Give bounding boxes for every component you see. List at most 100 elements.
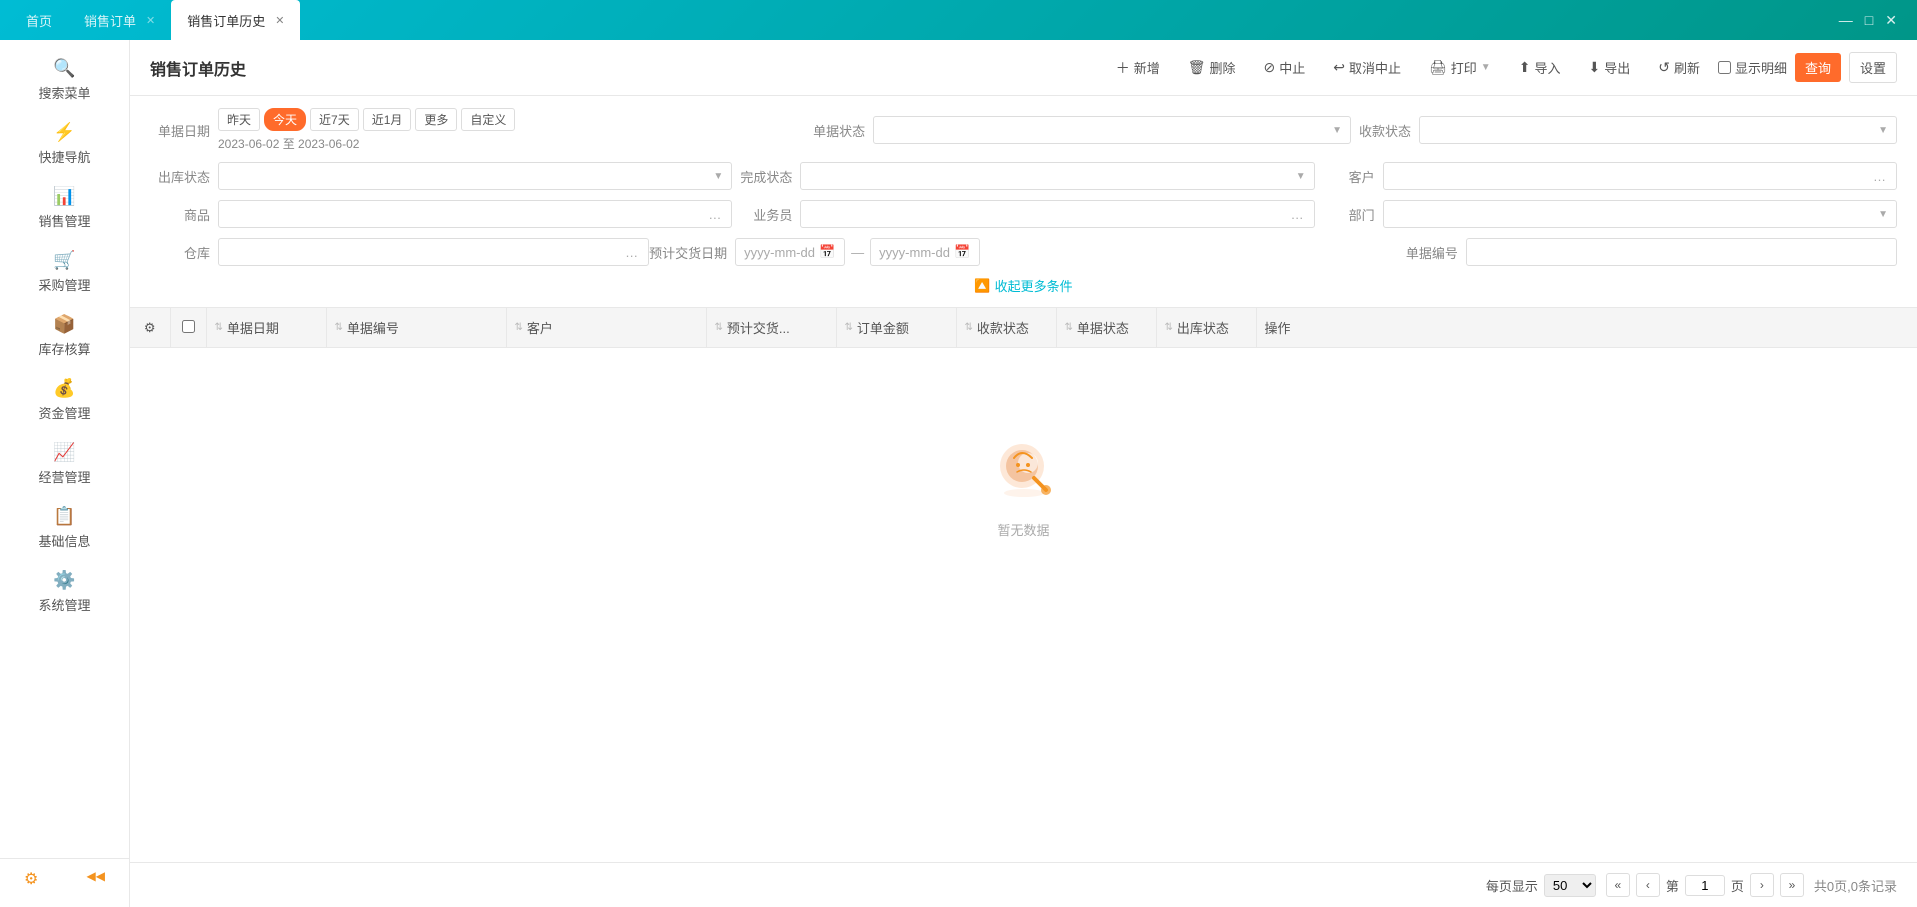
basic-info-icon: 📋 <box>53 506 75 527</box>
query-button[interactable]: 查询 <box>1795 53 1841 82</box>
print-dropdown-arrow: ▼ <box>1481 62 1491 73</box>
sidebar-item-operations[interactable]: 📈 经营管理 <box>0 432 129 496</box>
filter-warehouse-field: 仓库 … <box>150 238 649 266</box>
date-btn-more[interactable]: 更多 <box>415 108 457 131</box>
stop-icon: ⊘ <box>1264 59 1276 76</box>
next-page-btn[interactable]: › <box>1750 873 1774 897</box>
sidebar-item-basic-info-label: 基础信息 <box>38 531 90 550</box>
date-btn-today[interactable]: 今天 <box>264 108 306 131</box>
date-btn-7days[interactable]: 近7天 <box>310 108 359 131</box>
sort-date-icon[interactable]: ⇅ <box>215 322 223 333</box>
tab-home[interactable]: 首页 <box>10 0 68 40</box>
sidebar-item-purchase-mgmt[interactable]: 🛒 采购管理 <box>0 240 129 304</box>
date-btn-custom[interactable]: 自定义 <box>461 108 515 131</box>
sort-customer-icon[interactable]: ⇅ <box>515 322 523 333</box>
display-toggle-checkbox[interactable] <box>1718 61 1731 74</box>
toolbar: ＋ 新增 🗑 删除 ⊘ 中止 ↩ 取消中止 🖨 打印 <box>1106 52 1897 83</box>
new-button[interactable]: ＋ 新增 <box>1106 53 1170 83</box>
col-date: ⇅ 单据日期 <box>206 308 326 348</box>
filter-product-field: 商品 … <box>150 200 732 228</box>
col-payment-status: ⇅ 收款状态 <box>956 308 1056 348</box>
tab-sales-order[interactable]: 销售订单 ✕ <box>68 0 171 40</box>
refresh-button[interactable]: ↺ 刷新 <box>1648 53 1710 82</box>
new-icon: ＋ <box>1116 58 1130 78</box>
sidebar-item-inventory[interactable]: 📦 库存核算 <box>0 304 129 368</box>
delete-button[interactable]: 🗑 删除 <box>1178 53 1246 82</box>
window-close-icon[interactable]: ✕ <box>1885 12 1897 29</box>
sort-payment-icon[interactable]: ⇅ <box>965 322 973 333</box>
sidebar: 🔍 搜索菜单 ⚡ 快捷导航 📊 销售管理 🛒 采购管理 📦 库存核算 💰 资金管… <box>0 40 130 907</box>
filter-warehouse-dots[interactable]: … <box>621 245 642 260</box>
filter-product-dots[interactable]: … <box>704 207 725 222</box>
empty-text: 暂无数据 <box>997 520 1049 539</box>
import-button[interactable]: ⬆ 导入 <box>1509 53 1571 82</box>
filter-out-status-arrow: ▼ <box>713 171 723 182</box>
col-delivery-date: ⇅ 预计交货... <box>706 308 836 348</box>
filter-salesman-field: 业务员 … <box>732 200 1314 228</box>
filter-customer-label: 客户 <box>1315 167 1375 186</box>
date-btn-yesterday[interactable]: 昨天 <box>218 108 260 131</box>
filter-doc-status-field: 单据状态 ▼ <box>805 116 1351 144</box>
import-icon: ⬆ <box>1519 59 1531 76</box>
settings-bottom-icon[interactable]: ⚙ <box>24 869 38 889</box>
sidebar-item-basic-info[interactable]: 📋 基础信息 <box>0 496 129 560</box>
filter-date-label: 单据日期 <box>150 121 210 140</box>
empty-state: 暂无数据 <box>130 348 1917 619</box>
date-btn-1month[interactable]: 近1月 <box>363 108 412 131</box>
page-size-dropdown[interactable]: 50 100 200 <box>1544 874 1596 897</box>
filter-dept-select[interactable]: ▼ <box>1383 200 1897 228</box>
last-page-btn[interactable]: » <box>1780 873 1804 897</box>
cancel-stop-button[interactable]: ↩ 取消中止 <box>1323 53 1411 82</box>
sort-doc-status-icon[interactable]: ⇅ <box>1065 322 1073 333</box>
filter-doc-status-select[interactable]: ▼ <box>873 116 1351 144</box>
filter-delivery-from-text: yyyy-mm-dd <box>744 245 815 260</box>
filter-customer-dots[interactable]: … <box>1869 169 1890 184</box>
sidebar-item-sales-mgmt[interactable]: 📊 销售管理 <box>0 176 129 240</box>
sort-amount-icon[interactable]: ⇅ <box>845 322 853 333</box>
prev-page-btn[interactable]: ‹ <box>1636 873 1660 897</box>
col-doc-status: ⇅ 单据状态 <box>1056 308 1156 348</box>
filter-complete-status-select[interactable]: ▼ <box>800 162 1314 190</box>
date-range-buttons: 昨天 今天 近7天 近1月 更多 自定义 <box>218 108 515 131</box>
sound-bottom-icon[interactable]: ◀◀ <box>86 869 104 889</box>
filter-delivery-from[interactable]: yyyy-mm-dd 📅 <box>735 238 845 266</box>
filter-customer-field: 客户 … <box>1315 162 1897 190</box>
sidebar-item-search-menu[interactable]: 🔍 搜索菜单 <box>0 48 129 112</box>
collapse-up-icon: 🔼 <box>974 278 990 294</box>
tab-sales-order-history[interactable]: 销售订单历史 ✕ <box>171 0 300 40</box>
display-toggle-label: 显示明细 <box>1735 58 1787 77</box>
sort-delivery-icon[interactable]: ⇅ <box>715 322 723 333</box>
filter-delivery-to[interactable]: yyyy-mm-dd 📅 <box>870 238 980 266</box>
tab-sales-order-close[interactable]: ✕ <box>146 14 155 27</box>
first-page-btn[interactable]: « <box>1606 873 1630 897</box>
sort-out-status-icon[interactable]: ⇅ <box>1165 322 1173 333</box>
window-minimize-icon[interactable]: — <box>1839 12 1853 28</box>
page-header: 销售订单历史 ＋ 新增 🗑 删除 ⊘ 中止 ↩ 取消中止 <box>130 40 1917 96</box>
export-button[interactable]: ⬇ 导出 <box>1578 53 1640 82</box>
filter-salesman-dots[interactable]: … <box>1287 207 1308 222</box>
window-maximize-icon[interactable]: □ <box>1865 12 1873 28</box>
settings-button[interactable]: 设置 <box>1849 52 1897 83</box>
inventory-icon: 📦 <box>53 314 75 335</box>
page-number-input[interactable] <box>1685 875 1725 896</box>
stop-button[interactable]: ⊘ 中止 <box>1254 53 1316 82</box>
collapse-link[interactable]: 🔼 收起更多条件 <box>150 276 1897 295</box>
print-icon: 🖨 <box>1429 59 1447 76</box>
filter-doc-number-input[interactable] <box>1466 238 1897 266</box>
sidebar-item-system-mgmt[interactable]: ⚙️ 系统管理 <box>0 560 129 624</box>
tab-sales-order-history-close[interactable]: ✕ <box>275 14 284 27</box>
filter-payment-status-select[interactable]: ▼ <box>1419 116 1897 144</box>
col-checkbox <box>170 308 206 348</box>
filter-out-status-select[interactable]: ▼ <box>218 162 732 190</box>
content-area: 销售订单历史 ＋ 新增 🗑 删除 ⊘ 中止 ↩ 取消中止 <box>130 40 1917 907</box>
purchase-mgmt-icon: 🛒 <box>53 250 75 271</box>
select-all-checkbox[interactable] <box>182 320 195 333</box>
print-button[interactable]: 🖨 打印 ▼ <box>1419 53 1501 82</box>
sidebar-bottom: ⚙ ◀◀ <box>0 858 129 899</box>
page-size-label: 每页显示 <box>1486 876 1538 895</box>
table-settings-icon[interactable]: ⚙ <box>144 320 156 335</box>
sort-number-icon[interactable]: ⇅ <box>335 322 343 333</box>
delete-icon: 🗑 <box>1188 59 1206 76</box>
sidebar-item-fund-mgmt[interactable]: 💰 资金管理 <box>0 368 129 432</box>
sidebar-item-quick-nav[interactable]: ⚡ 快捷导航 <box>0 112 129 176</box>
